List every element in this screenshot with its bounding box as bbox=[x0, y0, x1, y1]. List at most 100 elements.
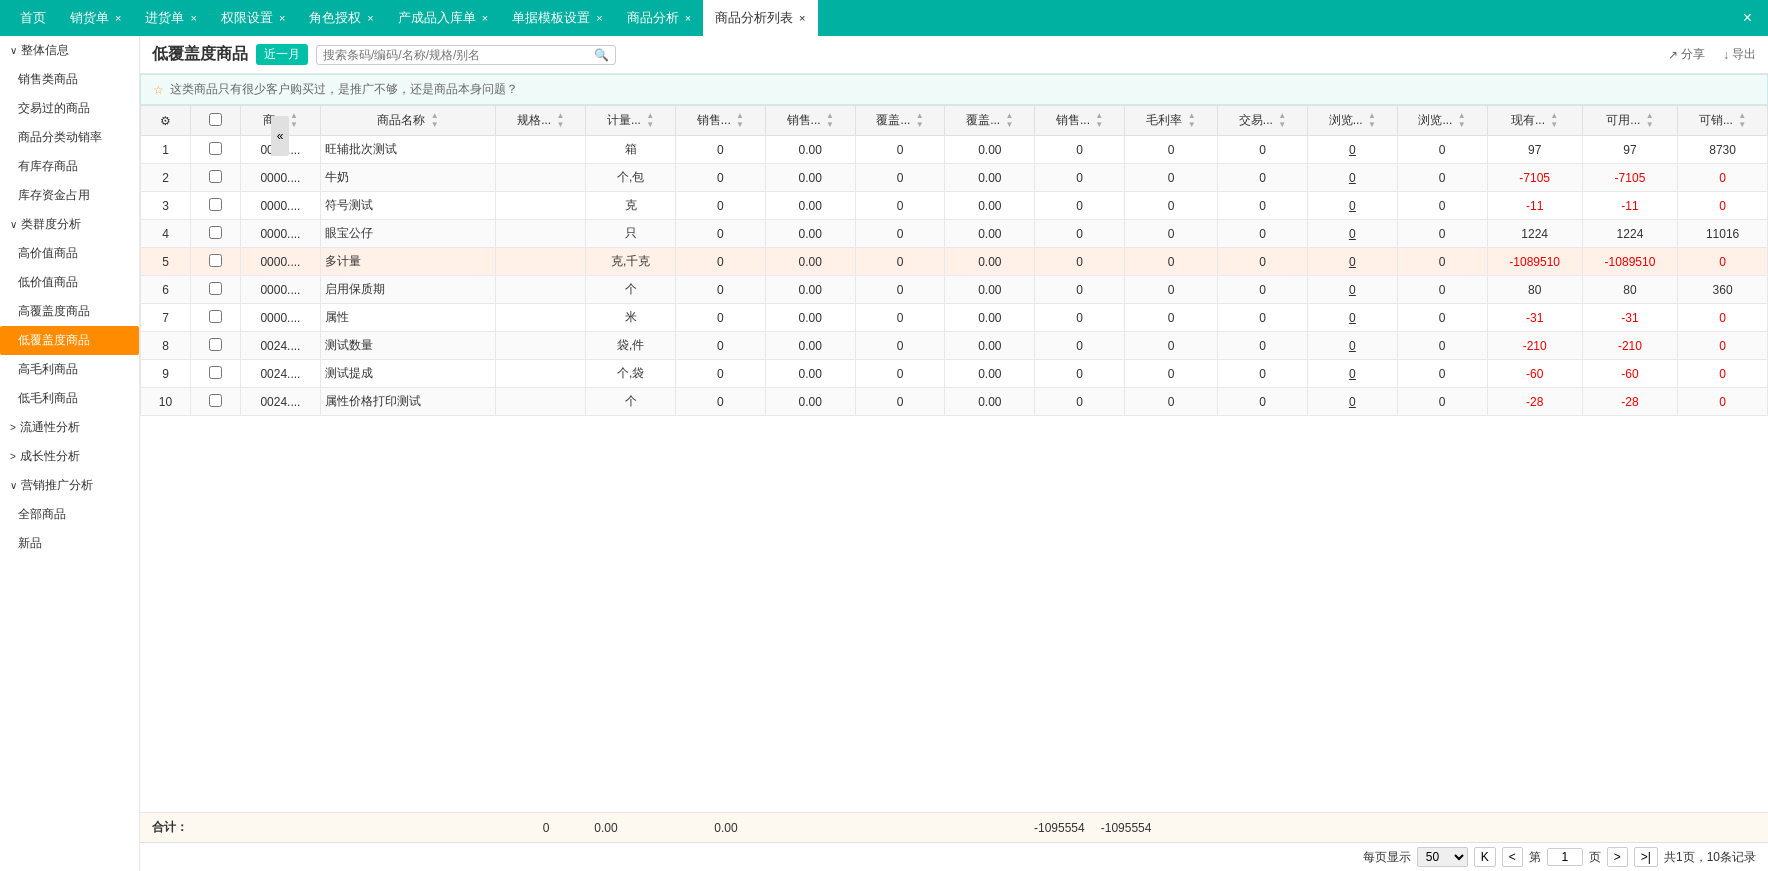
next-page-button[interactable]: > bbox=[1607, 847, 1628, 867]
nav-tab-home[interactable]: 首页 bbox=[8, 0, 58, 36]
row-checkbox[interactable] bbox=[191, 192, 241, 220]
sidebar-item-high-margin[interactable]: 高毛利商品 bbox=[0, 355, 139, 384]
sidebar-item-new-goods[interactable]: 新品 bbox=[0, 529, 139, 558]
row-checkbox[interactable] bbox=[191, 164, 241, 192]
row-name: 牛奶 bbox=[320, 164, 496, 192]
col-sellable[interactable]: 可销... ▲▼ bbox=[1678, 106, 1768, 136]
close-icon[interactable]: × bbox=[367, 0, 373, 36]
sidebar-item-all-goods[interactable]: 全部商品 bbox=[0, 500, 139, 529]
row-sales1: 0 bbox=[676, 192, 766, 220]
sidebar-item-category-rate[interactable]: 商品分类动销率 bbox=[0, 123, 139, 152]
row-unit: 个 bbox=[586, 276, 676, 304]
sidebar-section-growth[interactable]: > 成长性分析 bbox=[0, 442, 139, 471]
row-browse1[interactable]: 0 bbox=[1307, 332, 1397, 360]
row-sales3: 0 bbox=[1035, 276, 1125, 304]
select-all-checkbox[interactable] bbox=[209, 113, 222, 126]
sidebar-item-stock-capital[interactable]: 库存资金占用 bbox=[0, 181, 139, 210]
col-spec[interactable]: 规格... ▲▼ bbox=[496, 106, 586, 136]
nav-tab-roles[interactable]: 角色授权 × bbox=[297, 0, 385, 36]
row-browse1[interactable]: 0 bbox=[1307, 192, 1397, 220]
row-browse1[interactable]: 0 bbox=[1307, 136, 1397, 164]
row-browse1[interactable]: 0 bbox=[1307, 360, 1397, 388]
row-checkbox[interactable] bbox=[191, 220, 241, 248]
table-wrapper[interactable]: ⚙ 商... ▲▼ 商品名称 ▲▼ 规格... ▲▼ 计量... ▲▼ 销售..… bbox=[140, 105, 1768, 812]
col-sales3[interactable]: 销售... ▲▼ bbox=[1035, 106, 1125, 136]
sidebar-section-liquidity[interactable]: > 流通性分析 bbox=[0, 413, 139, 442]
row-cover1: 0 bbox=[855, 332, 945, 360]
nav-tab-analysis-list[interactable]: 商品分析列表 × bbox=[703, 0, 817, 36]
search-input[interactable] bbox=[323, 48, 594, 62]
nav-tab-perms[interactable]: 权限设置 × bbox=[209, 0, 297, 36]
col-cover1[interactable]: 覆盖... ▲▼ bbox=[855, 106, 945, 136]
close-icon[interactable]: × bbox=[279, 0, 285, 36]
row-checkbox[interactable] bbox=[191, 360, 241, 388]
sidebar-section-cluster[interactable]: ∨ 类群度分析 bbox=[0, 210, 139, 239]
sidebar-section-cluster-label: 类群度分析 bbox=[21, 216, 81, 233]
search-icon[interactable]: 🔍 bbox=[594, 48, 609, 62]
page-size-select[interactable]: 20 50 100 bbox=[1417, 847, 1468, 867]
row-checkbox[interactable] bbox=[191, 276, 241, 304]
row-code: 0024.... bbox=[241, 360, 321, 388]
nav-tab-purchase[interactable]: 进货单 × bbox=[133, 0, 208, 36]
close-icon[interactable]: × bbox=[685, 0, 691, 36]
row-checkbox[interactable] bbox=[191, 248, 241, 276]
sidebar-section-general[interactable]: ∨ 整体信息 bbox=[0, 36, 139, 65]
prev-page-button[interactable]: < bbox=[1502, 847, 1523, 867]
col-current[interactable]: 现有... ▲▼ bbox=[1487, 106, 1582, 136]
row-cover1: 0 bbox=[855, 248, 945, 276]
sidebar-item-low-margin[interactable]: 低毛利商品 bbox=[0, 384, 139, 413]
share-button[interactable]: ↗ 分享 bbox=[1668, 46, 1705, 63]
col-sales2[interactable]: 销售... ▲▼ bbox=[765, 106, 855, 136]
close-icon[interactable]: × bbox=[115, 0, 121, 36]
col-trade[interactable]: 交易... ▲▼ bbox=[1218, 106, 1308, 136]
row-browse1[interactable]: 0 bbox=[1307, 304, 1397, 332]
row-browse1[interactable]: 0 bbox=[1307, 220, 1397, 248]
col-unit[interactable]: 计量... ▲▼ bbox=[586, 106, 676, 136]
export-button[interactable]: ↓ 导出 bbox=[1723, 46, 1756, 63]
row-avail: 1224 bbox=[1582, 220, 1677, 248]
close-icon[interactable]: × bbox=[596, 0, 602, 36]
row-browse1[interactable]: 0 bbox=[1307, 388, 1397, 416]
row-sales2: 0.00 bbox=[765, 248, 855, 276]
row-checkbox[interactable] bbox=[191, 304, 241, 332]
filter-recent-month-button[interactable]: 近一月 bbox=[256, 44, 308, 65]
row-sales1: 0 bbox=[676, 276, 766, 304]
sidebar-item-sales-goods[interactable]: 销售类商品 bbox=[0, 65, 139, 94]
sidebar-item-high-coverage[interactable]: 高覆盖度商品 bbox=[0, 297, 139, 326]
col-checkbox[interactable] bbox=[191, 106, 241, 136]
sidebar-item-traded-goods[interactable]: 交易过的商品 bbox=[0, 94, 139, 123]
col-name[interactable]: 商品名称 ▲▼ bbox=[320, 106, 496, 136]
col-cover2[interactable]: 覆盖... ▲▼ bbox=[945, 106, 1035, 136]
nav-tab-products[interactable]: 产成品入库单 × bbox=[386, 0, 500, 36]
col-gross[interactable]: 毛利率 ▲▼ bbox=[1125, 106, 1218, 136]
nav-tab-sales[interactable]: 销货单 × bbox=[58, 0, 133, 36]
window-close-button[interactable]: × bbox=[1735, 9, 1760, 27]
sidebar-item-high-value[interactable]: 高价值商品 bbox=[0, 239, 139, 268]
close-icon[interactable]: × bbox=[482, 0, 488, 36]
col-avail[interactable]: 可用... ▲▼ bbox=[1582, 106, 1677, 136]
row-name: 符号测试 bbox=[320, 192, 496, 220]
row-checkbox[interactable] bbox=[191, 332, 241, 360]
sidebar-item-low-value[interactable]: 低价值商品 bbox=[0, 268, 139, 297]
row-checkbox[interactable] bbox=[191, 136, 241, 164]
col-browse1[interactable]: 浏览... ▲▼ bbox=[1307, 106, 1397, 136]
sidebar-item-stocked-goods[interactable]: 有库存商品 bbox=[0, 152, 139, 181]
col-sales1[interactable]: 销售... ▲▼ bbox=[676, 106, 766, 136]
last-page-button[interactable]: >| bbox=[1634, 847, 1658, 867]
row-browse1[interactable]: 0 bbox=[1307, 164, 1397, 192]
first-page-button[interactable]: K bbox=[1474, 847, 1496, 867]
page-number-input[interactable] bbox=[1547, 848, 1583, 866]
row-sales3: 0 bbox=[1035, 388, 1125, 416]
row-checkbox[interactable] bbox=[191, 388, 241, 416]
close-icon[interactable]: × bbox=[190, 0, 196, 36]
nav-tab-analysis[interactable]: 商品分析 × bbox=[615, 0, 703, 36]
col-settings[interactable]: ⚙ bbox=[141, 106, 191, 136]
row-browse1[interactable]: 0 bbox=[1307, 276, 1397, 304]
sidebar-section-marketing[interactable]: ∨ 营销推广分析 bbox=[0, 471, 139, 500]
col-browse2[interactable]: 浏览... ▲▼ bbox=[1397, 106, 1487, 136]
nav-tab-templates[interactable]: 单据模板设置 × bbox=[500, 0, 614, 36]
sidebar-collapse-button[interactable]: « bbox=[271, 116, 289, 156]
sidebar-item-low-coverage[interactable]: 低覆盖度商品 bbox=[0, 326, 139, 355]
row-browse1[interactable]: 0 bbox=[1307, 248, 1397, 276]
close-icon[interactable]: × bbox=[799, 0, 805, 36]
